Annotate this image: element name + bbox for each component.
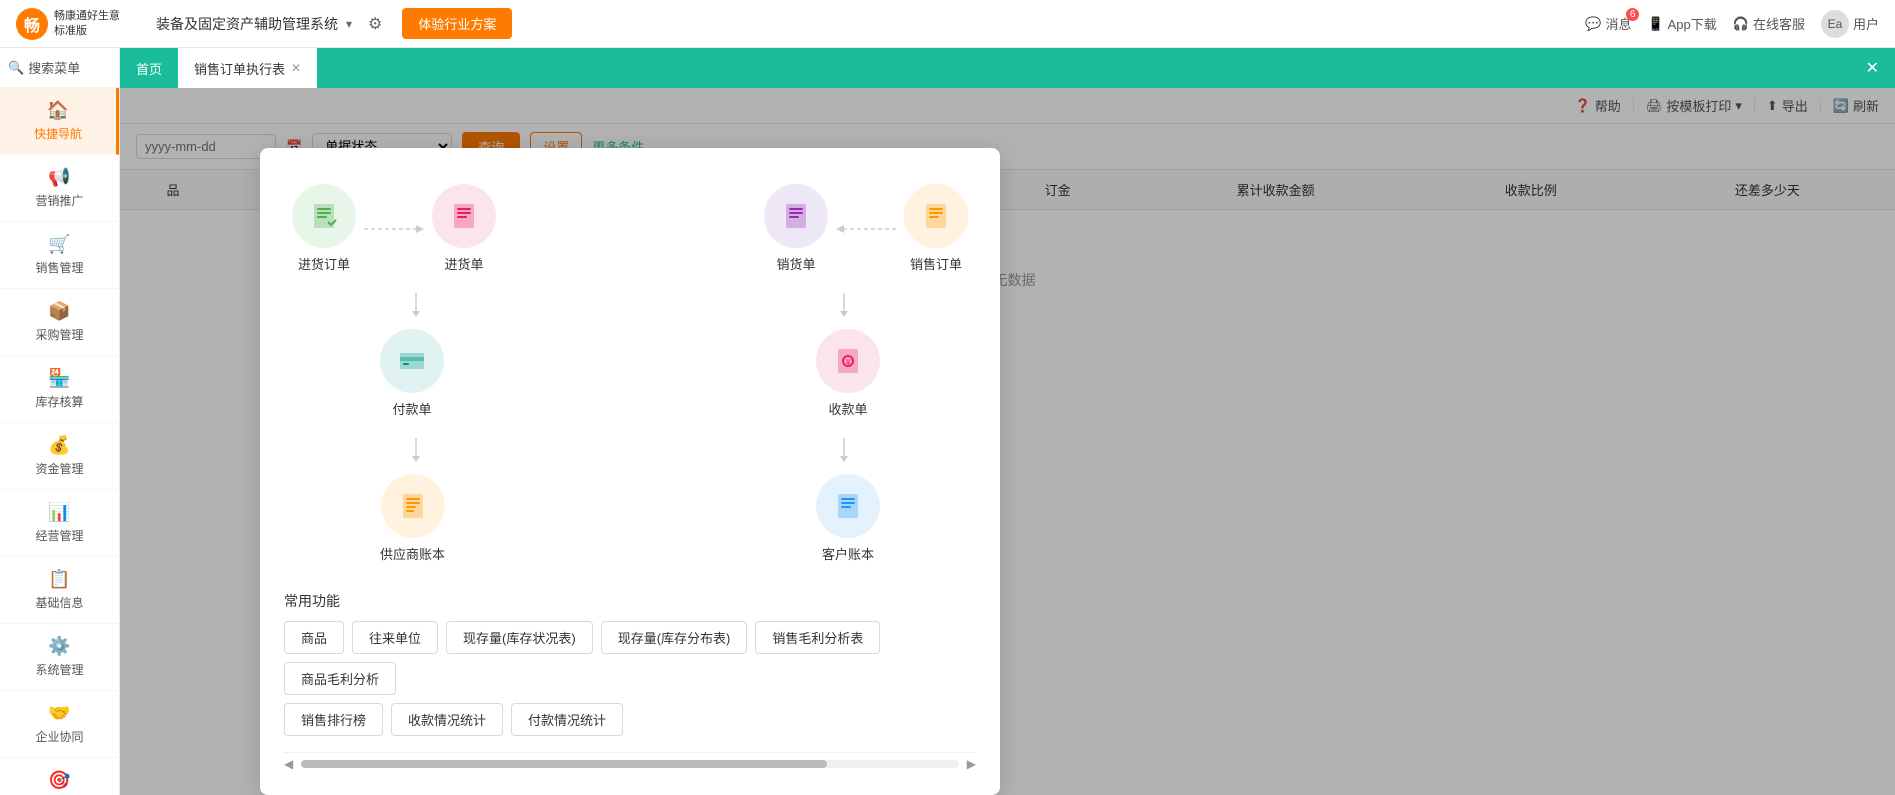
tab-close-icon[interactable]: ✕ [291, 61, 301, 75]
flow-node-customer-ledger[interactable]: 客户账本 [808, 462, 888, 575]
sidebar-item-quick-nav[interactable]: 🏠 快捷导航 [0, 88, 119, 155]
sales-bill-icon [764, 184, 828, 248]
purchase-icon: 📦 [48, 301, 70, 322]
func-btn-receipt-stats[interactable]: 收款情况统计 [391, 703, 503, 736]
message-button[interactable]: 💬 消息 6 [1585, 14, 1631, 33]
newbie-icon: 🎯 [48, 770, 70, 791]
online-service-button[interactable]: 🎧 在线客服 [1733, 14, 1805, 33]
modal-scrollbar: ◀ ▶ [284, 752, 976, 771]
top-header: 畅 畅康通好生意 标准版 装备及固定资产辅助管理系统 ▾ ⚙ 体验行业方案 💬 … [0, 0, 1895, 48]
sales-order-icon [904, 184, 968, 248]
scroll-track[interactable] [301, 760, 959, 768]
overlay: 进货订单 进货单 [120, 88, 1895, 795]
func-btn-contact[interactable]: 往来单位 [352, 621, 438, 654]
sidebar-item-basic[interactable]: 📋 基础信息 [0, 557, 119, 624]
basic-icon: 📋 [48, 569, 70, 590]
content-area: 首页 销售订单执行表 ✕ ✕ ❓ 帮助 🖨 按模板打印 ▾ [120, 48, 1895, 795]
service-icon: 🎧 [1733, 16, 1749, 32]
system-dropdown-button[interactable]: ▾ [346, 17, 352, 31]
search-icon: 🔍 [8, 60, 24, 76]
sidebar-item-marketing[interactable]: 📢 营销推广 [0, 155, 119, 222]
flow-node-purchase-bill[interactable]: 进货单 [424, 172, 504, 285]
experience-button[interactable]: 体验行业方案 [402, 8, 512, 39]
finance-icon: 💰 [48, 435, 70, 456]
sidebar-search[interactable]: 🔍 搜索菜单 [0, 48, 119, 88]
func-btn-sales-rank[interactable]: 销售排行榜 [284, 703, 383, 736]
func-btn-sales-profit[interactable]: 销售毛利分析表 [755, 621, 880, 654]
func-btn-product[interactable]: 商品 [284, 621, 344, 654]
page-content: ❓ 帮助 🖨 按模板打印 ▾ ⬆ 导出 🔄 刷新 [120, 88, 1895, 795]
user-area[interactable]: Ea 用户 [1821, 10, 1879, 38]
main-layout: 🔍 搜索菜单 🏠 快捷导航 📢 营销推广 🛒 销售管理 📦 采购管理 🏪 库存核… [0, 48, 1895, 795]
system-icon: ⚙️ [48, 636, 70, 657]
system-title-area: 装备及固定资产辅助管理系统 ▾ ⚙ 体验行业方案 [136, 8, 1585, 39]
func-btn-payment-stats[interactable]: 付款情况统计 [511, 703, 623, 736]
inventory-icon: 🏪 [48, 368, 70, 389]
settings-icon[interactable]: ⚙ [368, 14, 382, 34]
scroll-thumb [301, 760, 827, 768]
func-btn-stock-status[interactable]: 现存量(库存状况表) [446, 621, 593, 654]
avatar: Ea [1821, 10, 1849, 38]
arrow-right-1 [364, 221, 424, 237]
scroll-right-icon[interactable]: ▶ [967, 757, 976, 771]
sidebar-item-system[interactable]: ⚙️ 系统管理 [0, 624, 119, 691]
purchase-bill-icon [432, 184, 496, 248]
flow-node-supplier-ledger[interactable]: 供应商账本 [372, 462, 453, 575]
func-btn-product-profit[interactable]: 商品毛利分析 [284, 662, 396, 695]
home-icon: 🏠 [47, 100, 69, 121]
flow-node-purchase-order[interactable]: 进货订单 [284, 172, 364, 285]
tab-bar: 首页 销售订单执行表 ✕ ✕ [120, 48, 1895, 88]
logo-icon: 畅 [16, 8, 48, 40]
message-icon: 💬 [1585, 16, 1601, 32]
logo-area: 畅 畅康通好生意 标准版 [16, 8, 136, 40]
flow-node-payment[interactable]: 付款单 [372, 317, 452, 430]
svg-text:¥: ¥ [845, 358, 851, 367]
enterprise-icon: 🤝 [48, 703, 70, 724]
tab-sales-order[interactable]: 销售订单执行表 ✕ [178, 48, 317, 88]
sidebar-item-operation[interactable]: 📊 经营管理 [0, 490, 119, 557]
operation-icon: 📊 [48, 502, 70, 523]
quick-nav-modal: 进货订单 进货单 [260, 148, 1000, 795]
flow-node-sales-bill[interactable]: 销货单 [756, 172, 836, 285]
app-download-button[interactable]: 📱 App下载 [1647, 14, 1716, 33]
sidebar-item-inventory[interactable]: 🏪 库存核算 [0, 356, 119, 423]
common-functions-title: 常用功能 [284, 591, 976, 611]
sidebar-item-newbie[interactable]: 🎯 新手引导 [0, 758, 119, 795]
sidebar-item-finance[interactable]: 💰 资金管理 [0, 423, 119, 490]
sidebar: 🔍 搜索菜单 🏠 快捷导航 📢 营销推广 🛒 销售管理 📦 采购管理 🏪 库存核… [0, 48, 120, 795]
tab-home[interactable]: 首页 [120, 48, 178, 88]
func-btn-stock-dist[interactable]: 现存量(库存分布表) [601, 621, 748, 654]
purchase-order-icon [292, 184, 356, 248]
flow-node-sales-order[interactable]: 销售订单 [896, 172, 976, 285]
sidebar-item-purchase[interactable]: 📦 采购管理 [0, 289, 119, 356]
marketing-icon: 📢 [48, 167, 70, 188]
payment-icon [380, 329, 444, 393]
sidebar-item-enterprise[interactable]: 🤝 企业协同 [0, 691, 119, 758]
header-right: 💬 消息 6 📱 App下载 🎧 在线客服 Ea 用户 [1585, 10, 1879, 38]
logo-text: 畅康通好生意 标准版 [54, 9, 120, 38]
tab-close-all-icon[interactable]: ✕ [1866, 58, 1895, 78]
receipt-icon: ¥ [816, 329, 880, 393]
scroll-left-icon[interactable]: ◀ [284, 757, 293, 771]
function-buttons-row2: 销售排行榜 收款情况统计 付款情况统计 [284, 703, 976, 736]
function-buttons-row1: 商品 往来单位 现存量(库存状况表) 现存量(库存分布表) 销售毛利分析表 商品… [284, 621, 976, 695]
arrow-left-1 [836, 221, 896, 237]
phone-icon: 📱 [1647, 16, 1663, 32]
sidebar-item-sales[interactable]: 🛒 销售管理 [0, 222, 119, 289]
sales-icon: 🛒 [48, 234, 70, 255]
customer-ledger-icon [816, 474, 880, 538]
system-title-text: 装备及固定资产辅助管理系统 [156, 14, 338, 34]
supplier-ledger-icon [381, 474, 445, 538]
common-functions-section: 常用功能 商品 往来单位 现存量(库存状况表) 现存量(库存分布表) 销售毛利分… [284, 591, 976, 736]
message-badge: 6 [1626, 8, 1640, 21]
flow-node-receipt[interactable]: ¥ 收款单 [808, 317, 888, 430]
